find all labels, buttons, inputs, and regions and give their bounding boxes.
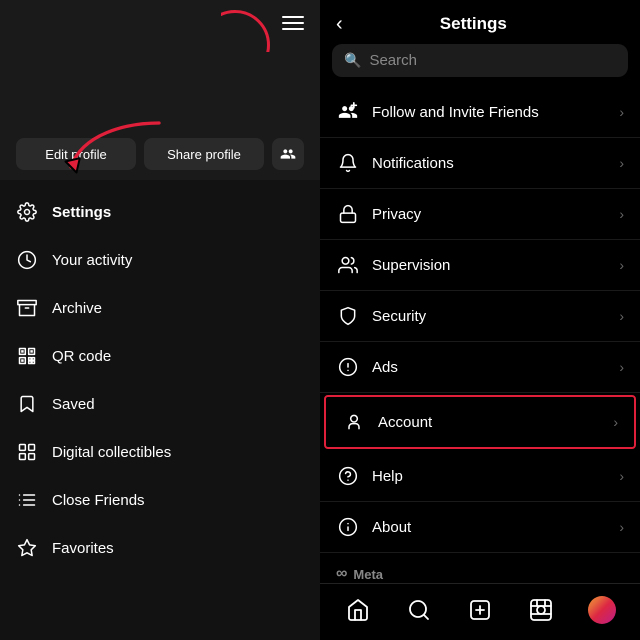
sidebar-item-archive[interactable]: Archive bbox=[0, 284, 320, 332]
settings-item-about[interactable]: About › bbox=[320, 502, 640, 553]
supervision-chevron: › bbox=[619, 257, 624, 273]
settings-item-privacy[interactable]: Privacy › bbox=[320, 189, 640, 240]
follow-invite-chevron: › bbox=[619, 104, 624, 120]
grid-icon bbox=[16, 441, 38, 463]
settings-item-help[interactable]: Help › bbox=[320, 451, 640, 502]
help-icon bbox=[336, 464, 360, 488]
sidebar-item-your-activity[interactable]: Your activity bbox=[0, 236, 320, 284]
privacy-chevron: › bbox=[619, 206, 624, 222]
notifications-label: Notifications bbox=[372, 155, 607, 172]
sidebar-item-favorites-label: Favorites bbox=[52, 540, 114, 557]
sidebar-item-saved[interactable]: Saved bbox=[0, 380, 320, 428]
settings-item-supervision[interactable]: Supervision › bbox=[320, 240, 640, 291]
settings-item-account[interactable]: Account › bbox=[324, 395, 636, 449]
settings-item-notifications[interactable]: Notifications › bbox=[320, 138, 640, 189]
meta-infinity-icon: ∞ bbox=[336, 565, 347, 583]
about-label: About bbox=[372, 519, 607, 536]
sidebar-item-digital-collectibles-label: Digital collectibles bbox=[52, 444, 171, 461]
settings-list: Follow and Invite Friends › Notification… bbox=[320, 87, 640, 583]
account-chevron: › bbox=[613, 414, 618, 430]
search-placeholder: Search bbox=[369, 52, 417, 69]
shield-icon bbox=[336, 304, 360, 328]
search-icon: 🔍 bbox=[344, 52, 361, 69]
ads-chevron: › bbox=[619, 359, 624, 375]
sidebar-item-close-friends[interactable]: Close Friends bbox=[0, 476, 320, 524]
sidebar-item-your-activity-label: Your activity bbox=[52, 252, 132, 269]
nav-reels-button[interactable] bbox=[519, 594, 563, 626]
avatar bbox=[588, 596, 616, 624]
back-button[interactable]: ‹ bbox=[336, 14, 343, 34]
right-panel: ‹ Settings 🔍 Search Follow and Invite Fr… bbox=[320, 0, 640, 640]
ads-label: Ads bbox=[372, 359, 607, 376]
bottom-nav bbox=[320, 583, 640, 640]
discover-people-button[interactable] bbox=[272, 138, 304, 170]
settings-header: ‹ Settings bbox=[320, 0, 640, 44]
security-chevron: › bbox=[619, 308, 624, 324]
follow-icon bbox=[336, 100, 360, 124]
sidebar-item-settings-label: Settings bbox=[52, 204, 111, 221]
meta-label: ∞ Meta bbox=[336, 565, 624, 583]
ads-icon bbox=[336, 355, 360, 379]
settings-item-ads[interactable]: Ads › bbox=[320, 342, 640, 393]
account-label: Account bbox=[378, 414, 601, 431]
nav-home-button[interactable] bbox=[336, 594, 380, 626]
settings-item-security[interactable]: Security › bbox=[320, 291, 640, 342]
nav-profile-button[interactable] bbox=[580, 594, 624, 626]
sidebar-item-archive-label: Archive bbox=[52, 300, 102, 317]
settings-item-follow-invite[interactable]: Follow and Invite Friends › bbox=[320, 87, 640, 138]
search-bar[interactable]: 🔍 Search bbox=[332, 44, 628, 77]
star-icon bbox=[16, 537, 38, 559]
help-chevron: › bbox=[619, 468, 624, 484]
sidebar-item-digital-collectibles[interactable]: Digital collectibles bbox=[0, 428, 320, 476]
sidebar-item-close-friends-label: Close Friends bbox=[52, 492, 145, 509]
settings-title: Settings bbox=[351, 14, 596, 34]
list-icon bbox=[16, 489, 38, 511]
lock-icon bbox=[336, 202, 360, 226]
sidebar-item-qr-code[interactable]: QR code bbox=[0, 332, 320, 380]
sidebar-item-saved-label: Saved bbox=[52, 396, 95, 413]
qr-icon bbox=[16, 345, 38, 367]
red-circle-decoration bbox=[200, 10, 270, 80]
follow-invite-label: Follow and Invite Friends bbox=[372, 104, 607, 121]
nav-search-button[interactable] bbox=[397, 594, 441, 626]
about-chevron: › bbox=[619, 519, 624, 535]
privacy-label: Privacy bbox=[372, 206, 607, 223]
red-arrow-decoration bbox=[60, 110, 170, 180]
nav-add-button[interactable] bbox=[458, 594, 502, 626]
supervision-label: Supervision bbox=[372, 257, 607, 274]
supervision-icon bbox=[336, 253, 360, 277]
left-panel: Edit profile Share profile Settings bbox=[0, 0, 320, 640]
activity-icon bbox=[16, 249, 38, 271]
account-icon bbox=[342, 410, 366, 434]
help-label: Help bbox=[372, 468, 607, 485]
notifications-chevron: › bbox=[619, 155, 624, 171]
bookmark-icon bbox=[16, 393, 38, 415]
sidebar-item-favorites[interactable]: Favorites bbox=[0, 524, 320, 572]
gear-icon bbox=[16, 201, 38, 223]
bell-icon bbox=[336, 151, 360, 175]
meta-section: ∞ Meta Accounts Center Control settings … bbox=[320, 553, 640, 583]
profile-header: Edit profile Share profile bbox=[0, 0, 320, 180]
hamburger-button[interactable] bbox=[282, 16, 304, 30]
info-icon bbox=[336, 515, 360, 539]
security-label: Security bbox=[372, 308, 607, 325]
archive-icon bbox=[16, 297, 38, 319]
left-menu-list: Settings Your activity Archive bbox=[0, 180, 320, 580]
sidebar-item-qr-label: QR code bbox=[52, 348, 111, 365]
sidebar-item-settings[interactable]: Settings bbox=[0, 188, 320, 236]
